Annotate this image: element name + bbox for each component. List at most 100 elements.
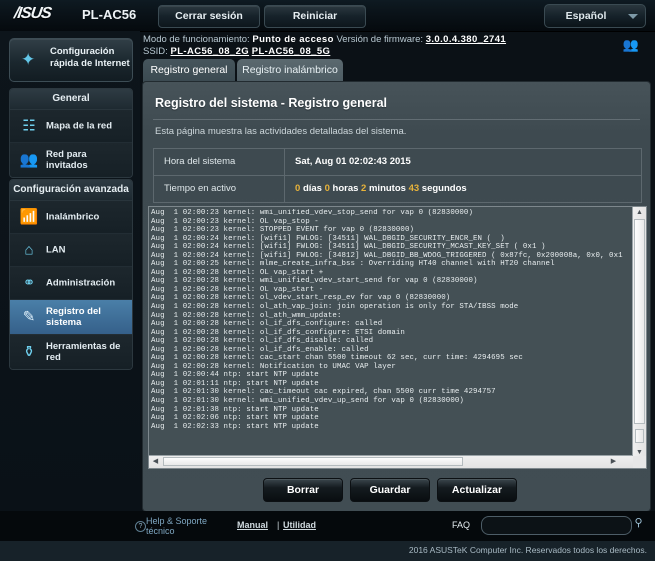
- sidebar-item-label: Inalámbrico: [46, 211, 100, 223]
- quick-setup-line2: rápida de Internet: [50, 58, 130, 69]
- uptime-value: 0 días 0 horas 2 minutos 43 segundos: [285, 176, 641, 202]
- language-selector[interactable]: Español: [544, 4, 646, 28]
- help-support-link[interactable]: Help & Soporte técnico: [146, 516, 216, 536]
- ssid-5g-link[interactable]: PL-AC56_08_5G: [252, 46, 331, 57]
- uptime-seconds: 43: [408, 183, 420, 194]
- page-description: Esta página muestra las actividades deta…: [155, 126, 407, 137]
- device-info-strip: Modo de funcionamiento: Punto de acceso …: [140, 31, 655, 59]
- save-log-button[interactable]: Guardar: [350, 478, 430, 502]
- sidebar-item-red-para-invitados[interactable]: 👥 Red para invitados: [10, 143, 132, 177]
- system-log-content: Aug 1 02:00:23 kernel: wmi_unified_vdev_…: [151, 209, 623, 431]
- horizontal-scroll-thumb[interactable]: [163, 457, 463, 466]
- router-model-label: PL-AC56: [82, 7, 137, 22]
- footer: ? Help & Soporte técnico Manual | Utilid…: [0, 511, 655, 541]
- faq-label: FAQ: [452, 520, 471, 530]
- sidebar-group-advanced: Configuración avanzada 📶 Inalámbrico ⌂ L…: [9, 179, 133, 370]
- refresh-log-button[interactable]: Actualizar: [437, 478, 517, 502]
- uptime-days-label: días: [302, 183, 322, 194]
- sidebar-item-label: Herramientas de red: [46, 341, 121, 363]
- sidebar: ✦ Configuración rápida de Internet Gener…: [0, 31, 140, 511]
- question-mark-icon: ?: [135, 521, 146, 532]
- sidebar-item-label: Red para invitados: [46, 149, 88, 171]
- row-key: Hora del sistema: [154, 149, 285, 175]
- quick-internet-setup-button[interactable]: ✦ Configuración rápida de Internet: [9, 38, 133, 82]
- wireless-icon: 📶: [19, 208, 39, 226]
- utility-link[interactable]: Utilidad: [283, 520, 316, 530]
- sidebar-group-general: General ☷ Mapa de la red 👥 Red para invi…: [9, 88, 133, 178]
- firmware-label: Versión de firmware:: [336, 34, 424, 45]
- sidebar-item-lan[interactable]: ⌂ LAN: [10, 234, 132, 267]
- guest-network-icon: 👥: [19, 151, 39, 169]
- sidebar-group-general-title: General: [10, 89, 132, 110]
- home-icon: ⌂: [24, 241, 34, 259]
- log-vertical-scrollbar[interactable]: ▲ ▼: [632, 207, 646, 458]
- ssid-2g-link[interactable]: PL-AC56_08_2G: [170, 46, 249, 57]
- top-bar: /ISUS PL-AC56 Cerrar sesión Reiniciar Es…: [0, 0, 655, 32]
- table-row: Tiempo en activo 0 días 0 horas 2 minuto…: [154, 176, 641, 202]
- sidebar-item-label: Registro del sistema: [46, 306, 101, 328]
- scroll-up-icon[interactable]: ▲: [633, 207, 646, 218]
- scroll-right-icon[interactable]: ▶: [607, 456, 620, 468]
- row-key: Tiempo en activo: [154, 176, 285, 202]
- copyright-text: 2016 ASUSTeK Computer Inc. Reservados to…: [408, 545, 647, 555]
- firmware-version-link[interactable]: 3.0.0.4.380_2741: [426, 34, 506, 45]
- router-admin-page: /ISUS PL-AC56 Cerrar sesión Reiniciar Es…: [0, 0, 655, 561]
- operation-mode-value: Punto de acceso: [252, 34, 334, 45]
- system-status-table: Hora del sistema Sat, Aug 01 02:02:43 20…: [153, 148, 642, 203]
- sidebar-item-mapa-de-la-red[interactable]: ☷ Mapa de la red: [10, 110, 132, 143]
- copyright-bar: 2016 ASUSTeK Computer Inc. Reservados to…: [0, 541, 655, 561]
- uptime-hours-label: horas: [332, 183, 359, 194]
- scrollbar-corner: [633, 456, 646, 468]
- vertical-scroll-grip[interactable]: [635, 429, 644, 443]
- footer-separator: |: [277, 520, 280, 530]
- system-log-panel: Registro del sistema - Registro general …: [143, 82, 650, 511]
- log-horizontal-scrollbar[interactable]: ◀ ▶: [149, 455, 633, 468]
- page-title: Registro del sistema - Registro general: [155, 96, 388, 110]
- sidebar-group-advanced-title: Configuración avanzada: [10, 180, 132, 201]
- title-divider: [153, 119, 640, 120]
- vertical-scroll-thumb[interactable]: [634, 219, 645, 424]
- sidebar-item-inalambrico[interactable]: 📶 Inalámbrico: [10, 201, 132, 234]
- operation-mode-line: Modo de funcionamiento: Punto de acceso …: [143, 34, 506, 45]
- system-log-textarea[interactable]: Aug 1 02:00:23 kernel: wmi_unified_vdev_…: [148, 206, 647, 469]
- network-tools-icon: ⚱: [22, 343, 36, 361]
- operation-mode-label: Modo de funcionamiento:: [143, 34, 250, 45]
- uptime-hours: 0: [324, 183, 330, 194]
- reboot-button[interactable]: Reiniciar: [264, 5, 366, 28]
- chevron-down-icon: [628, 14, 638, 19]
- manual-link[interactable]: Manual: [237, 520, 268, 530]
- sidebar-item-registro-del-sistema[interactable]: ✎ Registro del sistema: [10, 300, 132, 335]
- sidebar-item-label: Mapa de la red: [46, 120, 112, 132]
- logout-button[interactable]: Cerrar sesión: [158, 5, 260, 28]
- users-icon: 👥: [622, 37, 639, 52]
- uptime-days: 0: [295, 183, 301, 194]
- admin-user-icon: ⚭: [22, 274, 36, 292]
- magic-wand-icon: ✦: [21, 50, 36, 69]
- log-action-buttons: Borrar Guardar Actualizar: [143, 478, 650, 508]
- tab-registro-general[interactable]: Registro general: [143, 59, 235, 82]
- help-support-line1: Help & Soporte: [146, 516, 208, 526]
- sidebar-item-herramientas-de-red[interactable]: ⚱ Herramientas de red: [10, 335, 132, 369]
- search-icon[interactable]: ⚲: [630, 515, 647, 532]
- uptime-minutes: 2: [361, 183, 367, 194]
- ssid-label: SSID:: [143, 46, 168, 57]
- scroll-left-icon[interactable]: ◀: [149, 456, 162, 468]
- help-support-line2: técnico: [146, 526, 175, 536]
- uptime-minutes-label: minutos: [368, 183, 406, 194]
- sidebar-item-administracion[interactable]: ⚭ Administración: [10, 267, 132, 300]
- log-tabs: Registro general Registro inalámbrico: [143, 59, 655, 83]
- tab-registro-inalambrico[interactable]: Registro inalámbrico: [237, 59, 343, 82]
- ssid-line: SSID: PL-AC56_08_2G PL-AC56_08_5G: [143, 46, 330, 57]
- sidebar-item-label: LAN: [46, 244, 66, 256]
- quick-setup-line1: Configuración: [50, 46, 115, 57]
- network-map-icon: ☷: [22, 117, 36, 135]
- table-row: Hora del sistema Sat, Aug 01 02:02:43 20…: [154, 149, 641, 176]
- quick-internet-setup-label: Configuración rápida de Internet: [50, 46, 130, 70]
- clear-log-button[interactable]: Borrar: [263, 478, 343, 502]
- faq-search-input[interactable]: [481, 516, 632, 535]
- sidebar-item-label: Administración: [46, 277, 116, 289]
- system-time-value: Sat, Aug 01 02:02:43 2015: [295, 156, 411, 167]
- asus-logo: /ISUS: [12, 5, 53, 22]
- language-selector-label: Español: [565, 10, 607, 22]
- uptime-seconds-label: segundos: [421, 183, 467, 194]
